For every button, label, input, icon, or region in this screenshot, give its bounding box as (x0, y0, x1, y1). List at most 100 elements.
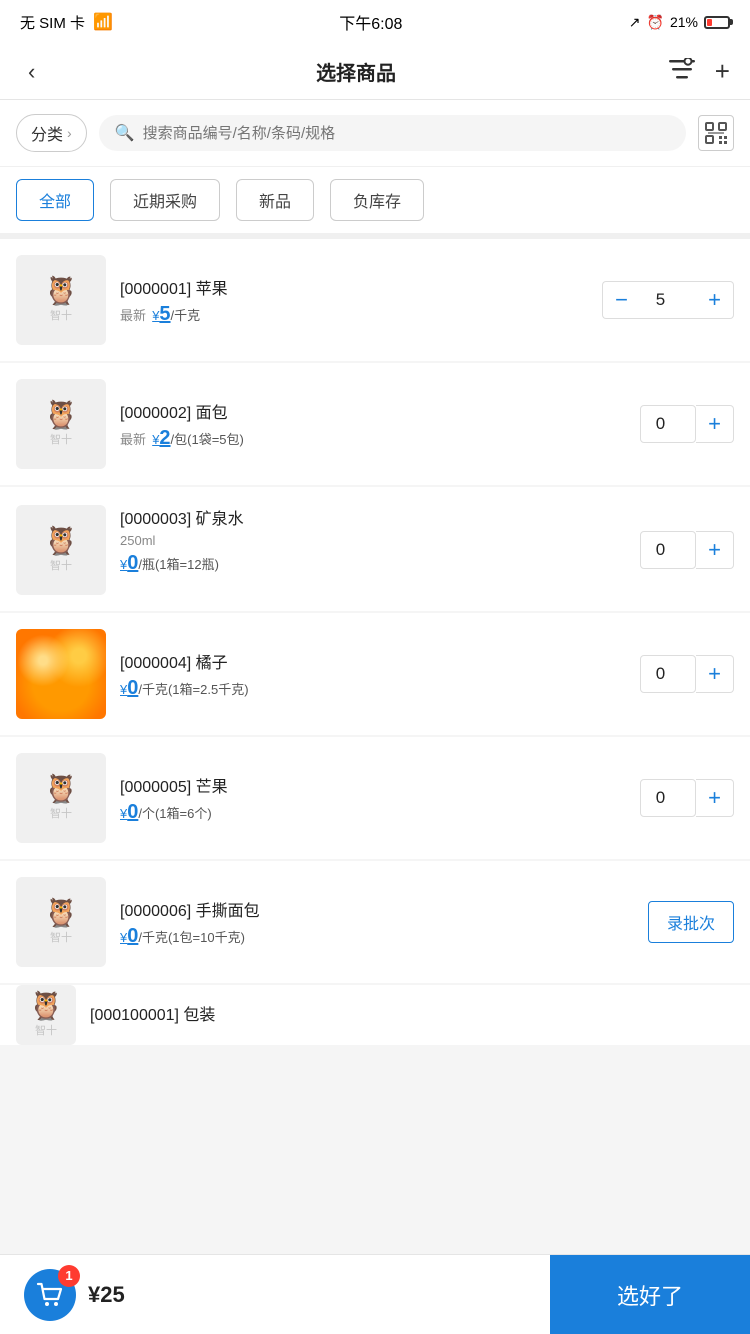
product-placeholder: 🦉 智十 (16, 505, 106, 595)
scan-button[interactable] (698, 115, 734, 151)
list-item: 🦉 智十 [0000003] 矿泉水 250ml ¥0/瓶(1箱=12瓶) + (0, 487, 750, 611)
quantity-input[interactable] (640, 779, 696, 817)
search-row: 分类 › 🔍 (0, 100, 750, 167)
cart-icon-button[interactable]: 1 (24, 1269, 76, 1321)
price-unit: /千克(1包=10千克) (138, 930, 245, 945)
product-info: [0000004] 橘子 ¥0/千克(1箱=2.5千克) (120, 649, 626, 700)
product-name: [0000005] 芒果 (120, 773, 626, 797)
product-image: 🦉 智十 (16, 505, 106, 595)
wifi-icon: 📶 (93, 12, 113, 32)
product-price: ¥0/个(1箱=6个) (120, 801, 626, 824)
list-item: [0000004] 橘子 ¥0/千克(1箱=2.5千克) + (0, 613, 750, 735)
product-name: [0000001] 苹果 (120, 275, 588, 299)
nav-bar: ‹ 选择商品 + (0, 44, 750, 100)
tab-negative-label: 负库存 (353, 194, 401, 211)
product-image: 🦉 智十 (16, 379, 106, 469)
category-label: 分类 (31, 121, 63, 145)
tab-recent[interactable]: 近期采购 (110, 179, 220, 221)
product-name: [0000002] 面包 (120, 399, 626, 423)
nav-actions: + (669, 56, 730, 87)
owl-icon: 🦉 (44, 899, 79, 927)
brand-text: 智十 (50, 929, 72, 945)
product-image-orange (16, 629, 106, 719)
tab-new[interactable]: 新品 (236, 179, 314, 221)
price-unit: /千克(1箱=2.5千克) (138, 682, 248, 697)
back-button[interactable]: ‹ (20, 51, 43, 93)
owl-icon: 🦉 (29, 992, 64, 1020)
cart-badge: 1 (58, 1265, 80, 1287)
batch-button-wrap: 录批次 (648, 901, 734, 943)
quantity-increase-button[interactable]: + (696, 779, 734, 817)
product-name: [0000006] 手撕面包 (120, 897, 634, 921)
page-title: 选择商品 (316, 57, 396, 86)
owl-icon: 🦉 (44, 401, 79, 429)
tab-recent-label: 近期采购 (133, 194, 197, 211)
product-placeholder: 🦉 智十 (16, 985, 76, 1045)
bottom-bar: 1 ¥25 选好了 (0, 1254, 750, 1334)
list-item: 🦉 智十 [0000005] 芒果 ¥0/个(1箱=6个) + (0, 737, 750, 859)
status-carrier: 无 SIM 卡 📶 (20, 12, 113, 33)
price-value: 0 (127, 925, 138, 947)
tab-negative[interactable]: 负库存 (330, 179, 424, 221)
quantity-input[interactable] (640, 405, 696, 443)
product-placeholder: 🦉 智十 (16, 379, 106, 469)
search-input[interactable] (143, 125, 670, 142)
product-name: [0000004] 橘子 (120, 649, 626, 673)
tab-all[interactable]: 全部 (16, 179, 94, 221)
product-info: [0000006] 手撕面包 ¥0/千克(1包=10千克) (120, 897, 634, 948)
chevron-right-icon: › (67, 125, 72, 141)
list-item: 🦉 智十 [0000002] 面包 最新 ¥2/包(1袋=5包) + (0, 363, 750, 485)
price-unit: /千克 (171, 308, 201, 323)
quantity-increase-button[interactable]: + (696, 655, 734, 693)
owl-icon: 🦉 (44, 277, 79, 305)
location-icon: ↗ (629, 14, 641, 31)
quantity-increase-button[interactable]: + (696, 281, 734, 319)
brand-text: 智十 (50, 431, 72, 447)
cart-total: ¥25 (88, 1282, 125, 1308)
product-placeholder: 🦉 智十 (16, 877, 106, 967)
price-value: 5 (159, 303, 170, 325)
product-list: 🦉 智十 [0000001] 苹果 最新 ¥5/千克 − + 🦉 智十 [000… (0, 239, 750, 1127)
price-value: 0 (127, 552, 138, 574)
price-latest-label: 最新 (120, 432, 146, 447)
quantity-increase-button[interactable]: + (696, 531, 734, 569)
quantity-increase-button[interactable]: + (696, 405, 734, 443)
quantity-input[interactable] (640, 281, 696, 319)
product-image: 🦉 智十 (16, 255, 106, 345)
brand-text: 智十 (50, 557, 72, 573)
quantity-input[interactable] (640, 531, 696, 569)
price-unit: /瓶(1箱=12瓶) (138, 557, 219, 572)
add-button[interactable]: + (715, 56, 730, 87)
product-price: ¥0/瓶(1箱=12瓶) (120, 552, 626, 575)
price-unit: /个(1箱=6个) (138, 806, 211, 821)
cart-area: 1 ¥25 (0, 1269, 550, 1321)
price-value: 0 (127, 801, 138, 823)
category-button[interactable]: 分类 › (16, 114, 87, 152)
confirm-button[interactable]: 选好了 (550, 1255, 750, 1334)
brand-text: 智十 (50, 805, 72, 821)
product-quantity-control: − + (602, 281, 734, 319)
product-info: [0000001] 苹果 最新 ¥5/千克 (120, 275, 588, 326)
product-image: 🦉 智十 (16, 985, 76, 1045)
battery-percent: 21% (670, 14, 698, 30)
search-field-wrap: 🔍 (99, 115, 686, 151)
tab-row: 全部 近期采购 新品 负库存 (0, 167, 750, 239)
owl-icon: 🦉 (44, 527, 79, 555)
battery-bar (704, 16, 730, 29)
battery-fill (707, 19, 712, 26)
product-image: 🦉 智十 (16, 753, 106, 843)
quantity-decrease-button[interactable]: − (602, 281, 640, 319)
quantity-input[interactable] (640, 655, 696, 693)
product-image: 🦉 智十 (16, 877, 106, 967)
brand-text: 智十 (50, 307, 72, 323)
filter-icon[interactable] (669, 58, 695, 86)
batch-button[interactable]: 录批次 (648, 901, 734, 943)
list-item: 🦉 智十 [0000001] 苹果 最新 ¥5/千克 − + (0, 239, 750, 361)
product-quantity-control: + (640, 531, 734, 569)
price-value: 2 (159, 427, 170, 449)
product-info: [0000003] 矿泉水 250ml ¥0/瓶(1箱=12瓶) (120, 505, 626, 575)
status-right: ↗ ⏰ 21% (629, 14, 730, 31)
product-placeholder: 🦉 智十 (16, 753, 106, 843)
product-price: ¥0/千克(1包=10千克) (120, 925, 634, 948)
carrier-text: 无 SIM 卡 (20, 12, 85, 33)
